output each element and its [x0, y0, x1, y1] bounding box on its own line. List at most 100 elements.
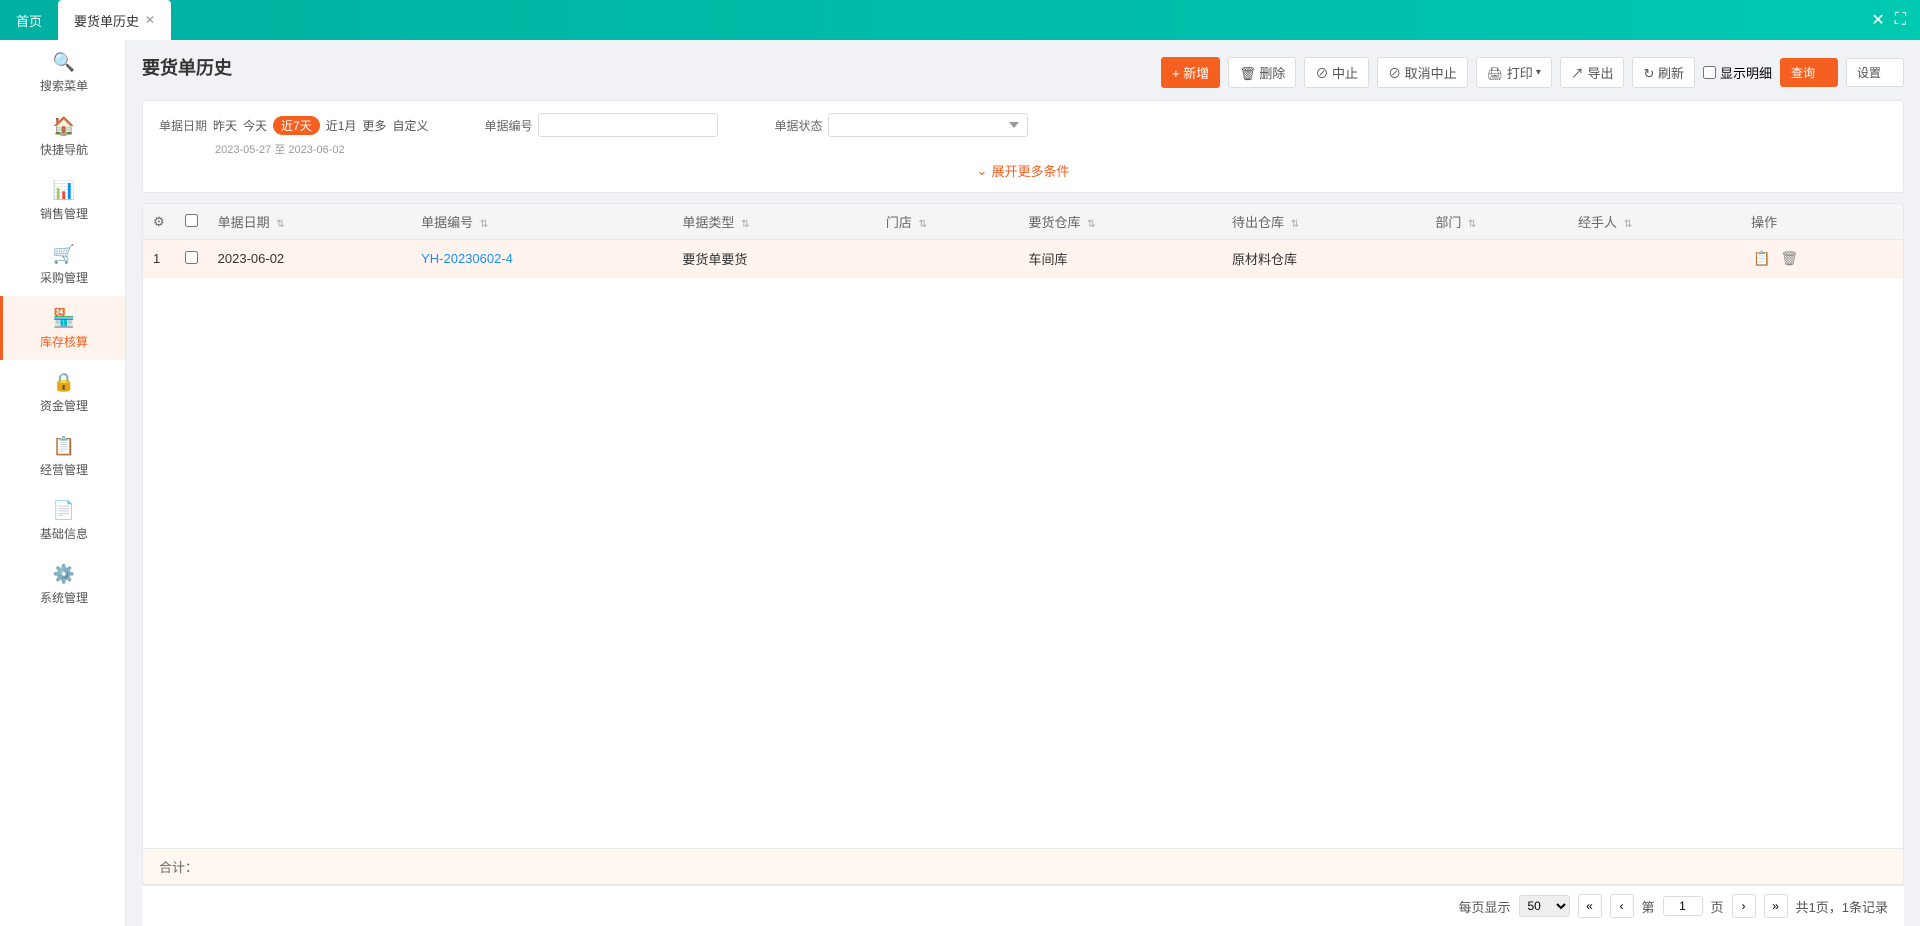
last-page-btn[interactable]: »	[1764, 894, 1788, 918]
shortcut-1month[interactable]: 近1月	[326, 117, 357, 134]
total-info: 共1页，1条记录	[1796, 897, 1888, 916]
doc-no-link[interactable]: YH-20230602-4	[421, 251, 513, 266]
filter-row: 单据日期 昨天 今天 近7天 近1月 更多 自定义 单据编号	[159, 113, 1887, 137]
expand-more-btn[interactable]: ⌄ 展开更多条件	[159, 161, 1887, 180]
sort-req-warehouse-icon: ⇅	[1087, 219, 1095, 230]
row-delete-btn[interactable]: 🗑	[1779, 248, 1801, 269]
th-operator[interactable]: 经手人 ⇅	[1568, 204, 1741, 240]
print-chevron-icon: ▾	[1536, 67, 1541, 78]
th-pending-warehouse[interactable]: 待出仓库 ⇅	[1222, 204, 1425, 240]
docno-filter-group: 单据编号	[484, 113, 718, 137]
export-button-label: ↗ 导出	[1571, 63, 1614, 82]
tab-home-label: 首页	[16, 11, 42, 30]
display-detail-toggle[interactable]: 显示明细	[1703, 63, 1772, 82]
sidebar-item-quick-nav[interactable]: 🏠 快捷导航	[0, 104, 125, 168]
cell-store	[876, 240, 1019, 278]
expand-more-label: 展开更多条件	[991, 161, 1069, 180]
first-page-btn[interactable]: «	[1578, 894, 1602, 918]
display-detail-checkbox[interactable]	[1703, 66, 1716, 79]
pagination-bar: 每页显示 50 100 « ‹ 第 页 › » 共1页，1条记录	[142, 885, 1904, 926]
content-area: 要货单历史 + 新增 🗑 删除 ⊘ 中止 ⊘ 取消中止 🖨 打印 ▾	[126, 40, 1920, 926]
shortcut-more[interactable]: 更多	[362, 117, 386, 134]
stop-button[interactable]: ⊘ 中止	[1304, 57, 1369, 88]
select-all-checkbox[interactable]	[185, 214, 198, 227]
sidebar-item-label-purchase: 采购管理	[40, 269, 88, 286]
inventory-icon: 🏪	[53, 308, 75, 329]
date-shortcuts: 昨天 今天 近7天 近1月 更多 自定义	[213, 116, 428, 135]
th-doc-type[interactable]: 单据类型 ⇅	[672, 204, 875, 240]
new-button[interactable]: + 新增	[1161, 57, 1220, 88]
basic-icon: 📄	[53, 500, 75, 521]
cell-doc-type: 要货单要货	[672, 240, 875, 278]
window-expand-icon[interactable]: ⛶	[1895, 11, 1906, 29]
sidebar-item-label-sales: 销售管理	[40, 205, 88, 222]
tab-history[interactable]: 要货单历史 ✕	[58, 0, 171, 40]
window-close-icon[interactable]: ✕	[1871, 10, 1884, 30]
page-input[interactable]	[1663, 896, 1703, 916]
top-tabs: 首页 要货单历史 ✕	[0, 0, 171, 40]
table-settings-icon[interactable]: ⚙	[153, 214, 165, 229]
sidebar-item-label-finance: 资金管理	[40, 397, 88, 414]
sidebar-item-sales[interactable]: 📊 销售管理	[0, 168, 125, 232]
sort-doc-type-icon: ⇅	[741, 219, 749, 230]
shortcut-custom[interactable]: 自定义	[392, 117, 428, 134]
cancel-stop-button[interactable]: ⊘ 取消中止	[1377, 57, 1468, 88]
status-filter-label: 单据状态	[774, 117, 822, 134]
prev-page-btn[interactable]: ‹	[1610, 894, 1634, 918]
sidebar-item-operation[interactable]: 📋 经营管理	[0, 424, 125, 488]
shortcut-today[interactable]: 今天	[243, 117, 267, 134]
row-checkbox[interactable]	[185, 251, 198, 264]
row-edit-btn[interactable]: 📋	[1751, 248, 1772, 269]
next-page-btn[interactable]: ›	[1732, 894, 1756, 918]
sidebar-item-purchase[interactable]: 🛒 采购管理	[0, 232, 125, 296]
tab-home[interactable]: 首页	[0, 0, 58, 40]
sidebar-item-basic[interactable]: 📄 基础信息	[0, 488, 125, 552]
cell-doc-date: 2023-06-02	[208, 240, 411, 278]
sidebar-item-finance[interactable]: 🔒 资金管理	[0, 360, 125, 424]
th-operator-label: 经手人	[1578, 215, 1617, 230]
sidebar-item-label-system: 系统管理	[40, 589, 88, 606]
th-doc-type-label: 单据类型	[682, 215, 734, 230]
date-filter-label: 单据日期	[159, 117, 207, 134]
th-store[interactable]: 门店 ⇅	[876, 204, 1019, 240]
table-row: 1 2023-06-02 YH-20230602-4 要货单要货 车间库 原材料…	[143, 240, 1903, 278]
filter-bar: 单据日期 昨天 今天 近7天 近1月 更多 自定义 单据编号	[142, 100, 1904, 193]
delete-button-label: 🗑 删除	[1239, 63, 1285, 82]
sidebar-item-label-inventory: 库存核算	[40, 333, 88, 350]
export-button[interactable]: ↗ 导出	[1560, 57, 1625, 88]
per-page-select[interactable]: 50 100	[1519, 895, 1570, 917]
docno-input[interactable]	[538, 113, 718, 137]
status-filter-group: 单据状态	[774, 113, 1028, 137]
sidebar-item-label-operation: 经营管理	[40, 461, 88, 478]
sidebar-item-inventory[interactable]: 🏪 库存核算	[0, 296, 125, 360]
date-filter-group: 单据日期 昨天 今天 近7天 近1月 更多 自定义	[159, 116, 428, 135]
finance-icon: 🔒	[53, 372, 75, 393]
cell-req-warehouse: 车间库	[1019, 240, 1222, 278]
per-page-label: 每页显示	[1458, 897, 1510, 916]
shortcut-yesterday[interactable]: 昨天	[213, 117, 237, 134]
th-doc-date-label: 单据日期	[218, 215, 270, 230]
delete-button[interactable]: 🗑 删除	[1228, 57, 1296, 88]
th-doc-date[interactable]: 单据日期 ⇅	[208, 204, 411, 240]
th-ops: 操作	[1741, 204, 1903, 240]
query-button[interactable]: 查询	[1780, 58, 1838, 87]
sidebar-item-system[interactable]: ⚙️ 系统管理	[0, 552, 125, 616]
table-footer: 合计：	[143, 848, 1903, 884]
print-button[interactable]: 🖨 打印 ▾	[1476, 57, 1552, 88]
shortcut-7days[interactable]: 近7天	[273, 116, 320, 135]
refresh-button[interactable]: ↻ 刷新	[1632, 57, 1695, 88]
sidebar-item-search-menu[interactable]: 🔍 搜索菜单	[0, 40, 125, 104]
cell-operator	[1568, 240, 1741, 278]
sort-operator-icon: ⇅	[1624, 219, 1632, 230]
sort-pending-warehouse-icon: ⇅	[1291, 219, 1299, 230]
th-settings: ⚙	[143, 204, 175, 240]
status-select[interactable]	[828, 113, 1028, 137]
th-doc-no[interactable]: 单据编号 ⇅	[411, 204, 672, 240]
th-req-warehouse[interactable]: 要货仓库 ⇅	[1019, 204, 1222, 240]
settings-button[interactable]: 设置	[1846, 58, 1904, 87]
tab-history-close[interactable]: ✕	[145, 13, 155, 27]
stop-button-label: ⊘ 中止	[1315, 63, 1358, 82]
th-store-label: 门店	[886, 215, 912, 230]
page-suffix: 页	[1711, 897, 1724, 916]
th-department[interactable]: 部门 ⇅	[1425, 204, 1568, 240]
